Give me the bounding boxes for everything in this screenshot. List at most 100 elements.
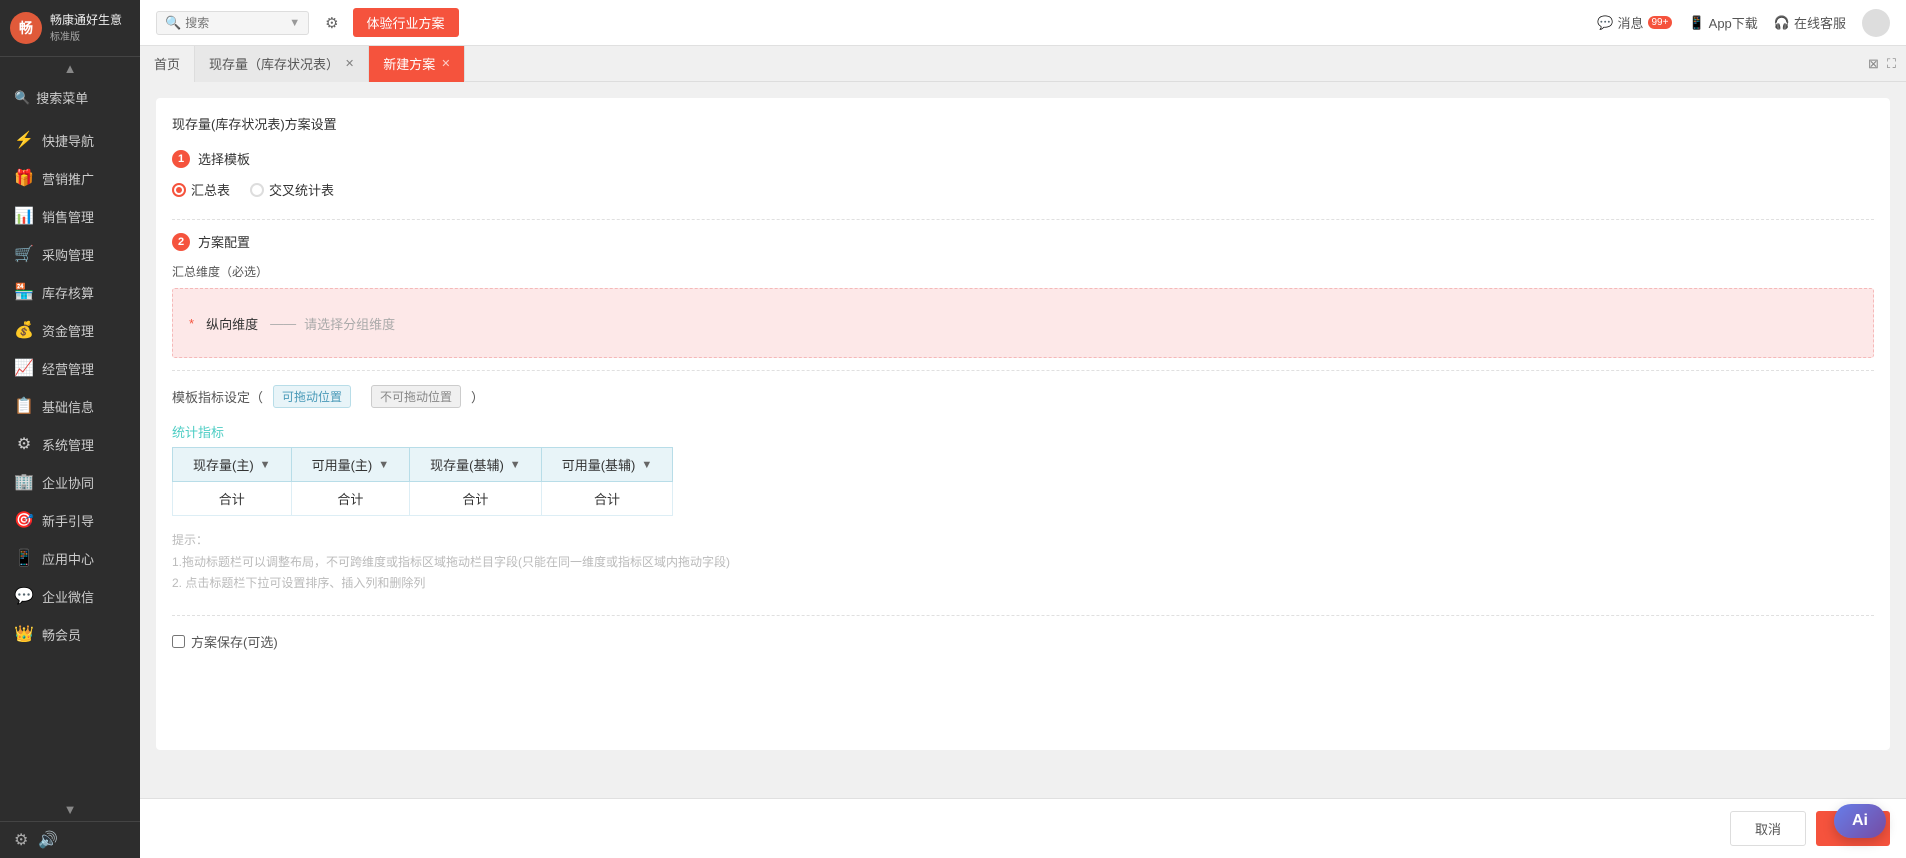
scheme-save-section: 方案保存(可选) [172, 632, 1874, 651]
sidebar-search[interactable]: 🔍 搜索菜单 [0, 80, 140, 115]
divider-1 [172, 219, 1874, 220]
sidebar-item-label: 企业微信 [42, 587, 94, 606]
dim-placeholder: 请选择分组维度 [304, 314, 395, 333]
sidebar-item-label: 基础信息 [42, 397, 94, 416]
tab-inventory-close[interactable]: ✕ [345, 57, 354, 70]
step2-number: 2 [172, 233, 190, 251]
tab-home[interactable]: 首页 [140, 46, 195, 82]
cell-0-2: 合计 [410, 482, 542, 516]
cell-0-0: 合计 [173, 482, 292, 516]
step1-section: 1 选择模板 汇总表 交叉统计表 [172, 149, 1874, 199]
content-area: 现存量(库存状况表)方案设置 1 选择模板 汇总表 交叉统计表 [140, 82, 1906, 798]
scheme-save-checkbox[interactable] [172, 635, 185, 648]
inventory-icon: 🏪 [14, 282, 34, 302]
col-header-3[interactable]: 可用量(基辅) ▼ [541, 448, 673, 482]
radio-summary[interactable]: 汇总表 [172, 180, 230, 199]
tip-2: 2. 点击标题栏下拉可设置排序、插入列和删除列 [172, 573, 1874, 595]
sidebar-item-finance[interactable]: 💰 资金管理 [0, 311, 140, 349]
topbar-search-box[interactable]: 🔍 ▼ [156, 11, 309, 35]
ai-fab-button[interactable]: Ai [1834, 804, 1886, 838]
cancel-button[interactable]: 取消 [1730, 811, 1806, 846]
sidebar-item-sales[interactable]: 📊 销售管理 [0, 197, 140, 235]
audio-footer-icon[interactable]: 🔊 [38, 830, 58, 850]
sidebar-item-label: 畅会员 [42, 625, 81, 644]
operations-icon: 📈 [14, 358, 34, 378]
settings-footer-icon[interactable]: ⚙ [14, 830, 28, 850]
col-header-0[interactable]: 现存量(主) ▼ [173, 448, 292, 482]
sidebar-item-wechat[interactable]: 💬 企业微信 [0, 577, 140, 615]
app-download-button[interactable]: 📱 App下载 [1688, 13, 1757, 32]
topbar-search-input[interactable] [185, 16, 285, 30]
tab-inventory[interactable]: 现存量（库存状况表） ✕ [195, 46, 369, 82]
sidebar-item-label: 应用中心 [42, 549, 94, 568]
sidebar-item-members[interactable]: 👑 畅会员 [0, 615, 140, 653]
tip-1: 1.拖动标题栏可以调整布局，不可跨维度或指标区域拖动栏目字段(只能在同一维度或指… [172, 552, 1874, 574]
sidebar-item-operations[interactable]: 📈 经营管理 [0, 349, 140, 387]
sidebar-item-inventory[interactable]: 🏪 库存核算 [0, 273, 140, 311]
topbar-gear-icon[interactable]: ⚙ [325, 14, 338, 32]
sidebar-item-purchase[interactable]: 🛒 采购管理 [0, 235, 140, 273]
col3-chevron-icon: ▼ [641, 459, 652, 471]
quick-nav-icon: ⚡ [14, 130, 34, 150]
sidebar-item-label: 系统管理 [42, 435, 94, 454]
basic-info-icon: 📋 [14, 396, 34, 416]
sidebar-item-basic-info[interactable]: 📋 基础信息 [0, 387, 140, 425]
app-badge: 标准版 [50, 28, 122, 43]
message-button[interactable]: 💬 消息 99+ [1597, 13, 1672, 32]
headset-icon: 🎧 [1774, 15, 1790, 31]
tab-new-plan-close[interactable]: ✕ [441, 57, 450, 70]
col0-chevron-icon: ▼ [260, 459, 271, 471]
page-panel: 现存量(库存状况表)方案设置 1 选择模板 汇总表 交叉统计表 [156, 98, 1890, 750]
indicator-settings-label: 模板指标设定（ [172, 387, 263, 406]
tab-new-plan[interactable]: 新建方案 ✕ [369, 46, 465, 82]
sidebar-item-enterprise[interactable]: 🏢 企业协同 [0, 463, 140, 501]
finance-icon: 💰 [14, 320, 34, 340]
sidebar-item-marketing[interactable]: 🎁 营销推广 [0, 159, 140, 197]
sidebar-item-label: 库存核算 [42, 283, 94, 302]
sidebar: 畅 畅康通好生意 标准版 ▲ 🔍 搜索菜单 ⚡ 快捷导航 🎁 营销推广 📊 销售… [0, 0, 140, 858]
col-header-1[interactable]: 可用量(主) ▼ [291, 448, 410, 482]
online-service-button[interactable]: 🎧 在线客服 [1774, 13, 1846, 32]
app-download-icon: 📱 [1688, 15, 1704, 31]
sidebar-item-quick-nav[interactable]: ⚡ 快捷导航 [0, 121, 140, 159]
radio-cross-circle [250, 183, 264, 197]
tabs-bar: 首页 现存量（库存状况表） ✕ 新建方案 ✕ ⊠ ⛶ [140, 46, 1906, 82]
sidebar-item-new-guide[interactable]: 🎯 新手引导 [0, 501, 140, 539]
sidebar-item-label: 经营管理 [42, 359, 94, 378]
sales-icon: 📊 [14, 206, 34, 226]
tab-fullscreen-icon[interactable]: ⛶ [1887, 56, 1896, 72]
user-avatar[interactable] [1862, 9, 1890, 37]
sidebar-scroll-up[interactable]: ▲ [0, 57, 140, 80]
divider-3 [172, 615, 1874, 616]
sidebar-footer: ⚙ 🔊 [0, 821, 140, 858]
new-guide-icon: 🎯 [14, 510, 34, 530]
sidebar-scroll-down[interactable]: ▼ [0, 798, 140, 821]
radio-cross[interactable]: 交叉统计表 [250, 180, 334, 199]
step2-section: 2 方案配置 汇总维度（必选） * 纵向维度 —— 请选择分组维度 模板指标设定… [172, 232, 1874, 595]
topbar: 🔍 ▼ ⚙ 体验行业方案 💬 消息 99+ 📱 App下载 🎧 在线客服 [140, 0, 1906, 46]
system-icon: ⚙ [14, 434, 34, 454]
radio-summary-circle [172, 183, 186, 197]
step1-header: 1 选择模板 [172, 149, 1874, 168]
dim-field-label: 纵向维度 [206, 314, 258, 333]
app-center-icon: 📱 [14, 548, 34, 568]
sidebar-item-system[interactable]: ⚙ 系统管理 [0, 425, 140, 463]
search-label: 搜索菜单 [36, 88, 88, 107]
tab-expand-icon[interactable]: ⊠ [1868, 56, 1879, 72]
main-area: 🔍 ▼ ⚙ 体验行业方案 💬 消息 99+ 📱 App下载 🎧 在线客服 [140, 0, 1906, 858]
sidebar-item-label: 新手引导 [42, 511, 94, 530]
industry-plan-button[interactable]: 体验行业方案 [353, 8, 459, 37]
divider-2 [172, 370, 1874, 371]
step1-number: 1 [172, 150, 190, 168]
footer-actions: 取消 查询 [140, 798, 1906, 858]
cell-0-1: 合计 [291, 482, 410, 516]
tabs-expand: ⊠ ⛶ [1858, 56, 1906, 72]
message-badge: 99+ [1648, 16, 1673, 29]
dim-required-mark: * [189, 316, 194, 331]
sidebar-item-app-center[interactable]: 📱 应用中心 [0, 539, 140, 577]
sidebar-item-label: 资金管理 [42, 321, 94, 340]
col-header-2[interactable]: 现存量(基辅) ▼ [410, 448, 542, 482]
col1-chevron-icon: ▼ [378, 459, 389, 471]
sidebar-item-label: 快捷导航 [42, 131, 94, 150]
message-icon: 💬 [1597, 15, 1613, 31]
